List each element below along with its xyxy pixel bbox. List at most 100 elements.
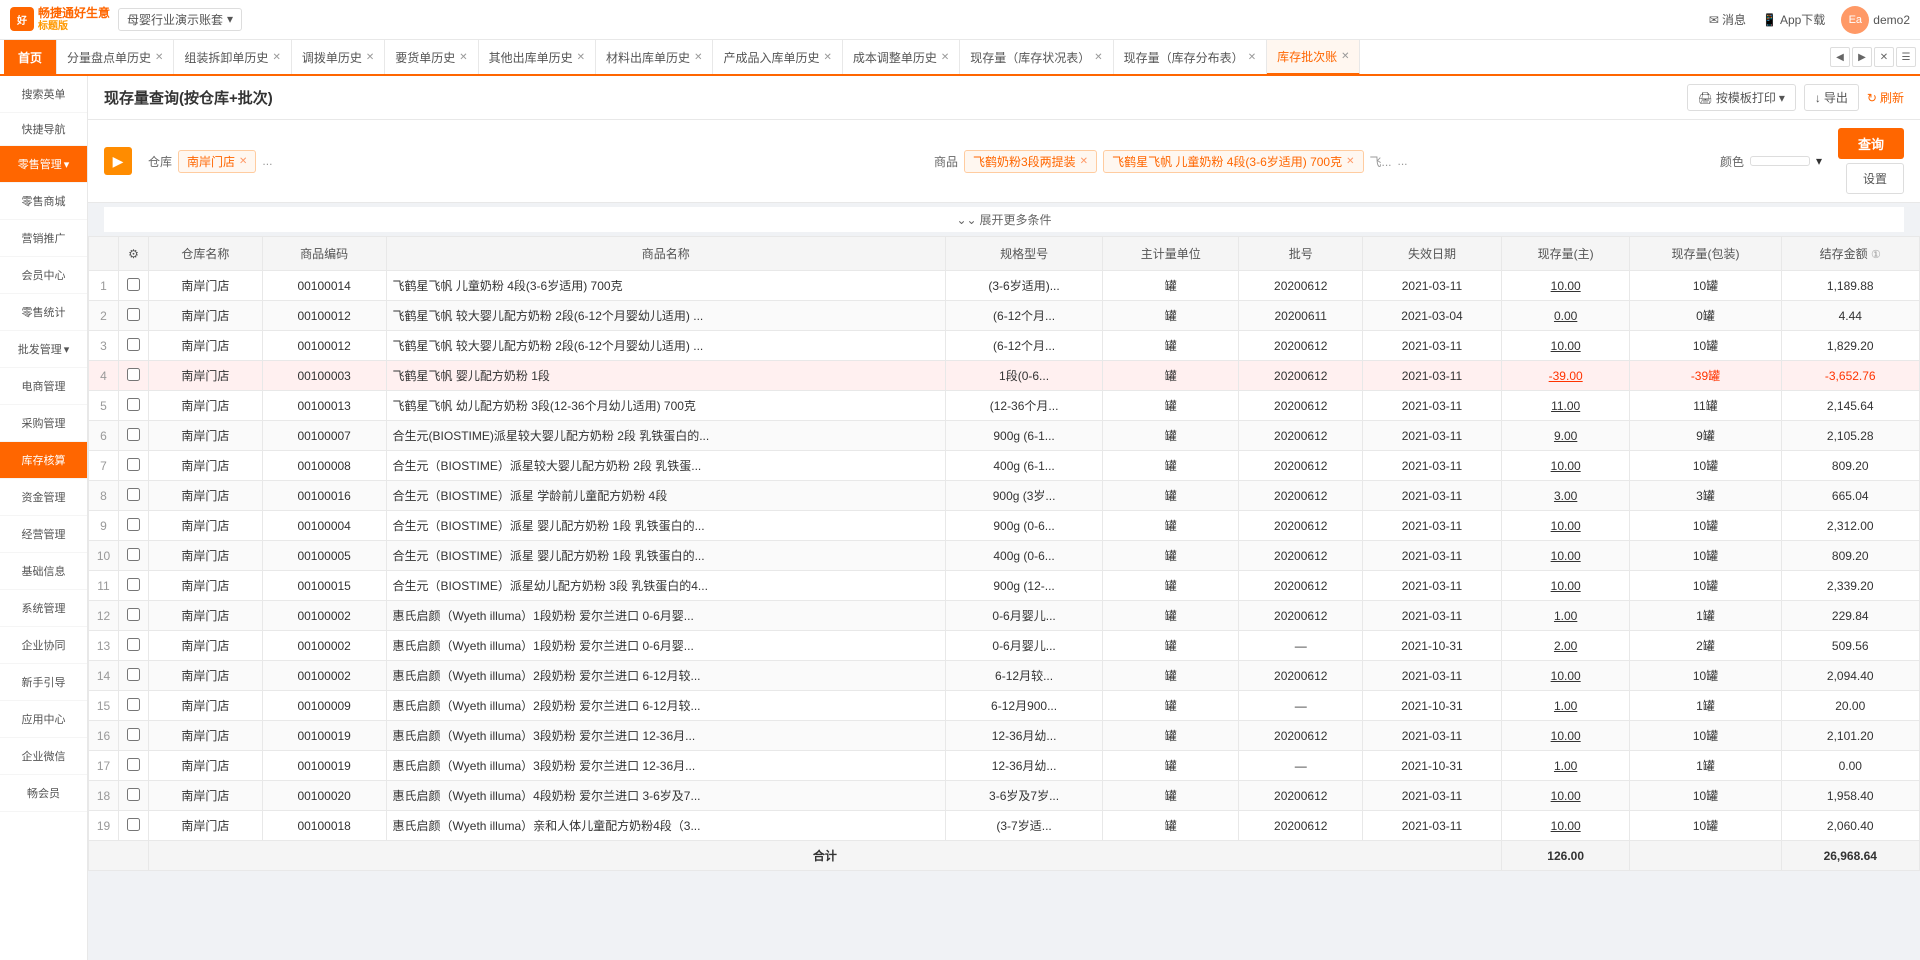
tab-10[interactable]: 现存量（库存分布表） ✕ [1114, 40, 1267, 75]
tab-close-5[interactable]: ✕ [577, 52, 585, 63]
tab-11[interactable]: 库存批次账 ✕ [1267, 40, 1360, 75]
tab-close-11[interactable]: ✕ [1341, 51, 1349, 62]
sidebar-item-marketing[interactable]: 营销推广 [0, 220, 87, 257]
tab-3[interactable]: 调拨单历史 ✕ [292, 40, 385, 75]
cell-stock-main[interactable]: 10.00 [1501, 271, 1630, 301]
tab-close-1[interactable]: ✕ [155, 52, 163, 63]
tab-9[interactable]: 现存量（库存状况表） ✕ [960, 40, 1113, 75]
balance-info-icon[interactable]: ① [1871, 249, 1881, 261]
tab-1[interactable]: 分量盘点单历史 ✕ [57, 40, 174, 75]
sidebar-item-basics[interactable]: 基础信息 [0, 553, 87, 590]
sidebar-item-retail-stats[interactable]: 零售统计 [0, 294, 87, 331]
tab-close-6[interactable]: ✕ [694, 52, 702, 63]
cell-checkbox[interactable] [119, 451, 149, 481]
goods-tag-2[interactable]: 飞鹤星飞帆 儿童奶粉 4段(3-6岁适用) 700克 ✕ [1103, 150, 1363, 173]
tab-prev-btn[interactable]: ◀ [1830, 47, 1850, 67]
company-selector[interactable]: 母婴行业演示账套 ▾ [118, 8, 242, 31]
row-checkbox[interactable] [127, 788, 140, 801]
tab-menu-btn[interactable]: ☰ [1896, 47, 1916, 67]
cell-stock-main[interactable]: 9.00 [1501, 421, 1630, 451]
cell-checkbox[interactable] [119, 391, 149, 421]
sidebar-item-retail[interactable]: 零售管理 ▾ [0, 146, 87, 183]
refresh-button[interactable]: ↻ 刷新 [1867, 89, 1904, 106]
goods-tag-1-close[interactable]: ✕ [1080, 156, 1088, 167]
sidebar-item-operations[interactable]: 经营管理 [0, 516, 87, 553]
tab-close-7[interactable]: ✕ [823, 52, 831, 63]
cell-stock-main[interactable]: 10.00 [1501, 451, 1630, 481]
tab-next-btn[interactable]: ▶ [1852, 47, 1872, 67]
row-checkbox[interactable] [127, 758, 140, 771]
warehouse-tag-close[interactable]: ✕ [239, 156, 247, 167]
cell-checkbox[interactable] [119, 571, 149, 601]
print-button[interactable]: 🖨 按模板打印 ▾ [1687, 84, 1796, 111]
sidebar-item-apps[interactable]: 应用中心 [0, 701, 87, 738]
sidebar-item-member2[interactable]: 畅会员 [0, 775, 87, 812]
row-checkbox[interactable] [127, 308, 140, 321]
cell-stock-main[interactable]: 10.00 [1501, 781, 1630, 811]
user-profile[interactable]: Ea demo2 [1841, 6, 1910, 34]
cell-checkbox[interactable] [119, 691, 149, 721]
cell-checkbox[interactable] [119, 601, 149, 631]
sidebar-item-mall[interactable]: 零售商城 [0, 183, 87, 220]
sidebar-item-member[interactable]: 会员中心 [0, 257, 87, 294]
row-checkbox[interactable] [127, 398, 140, 411]
export-button[interactable]: ↓ 导出 [1804, 84, 1859, 111]
goods-tag-2-close[interactable]: ✕ [1346, 156, 1354, 167]
row-checkbox[interactable] [127, 368, 140, 381]
tab-6[interactable]: 材料出库单历史 ✕ [596, 40, 713, 75]
cell-checkbox[interactable] [119, 481, 149, 511]
cell-stock-main[interactable]: 10.00 [1501, 511, 1630, 541]
goods-more[interactable]: 飞... [1370, 153, 1392, 170]
tab-close-all-btn[interactable]: ✕ [1874, 47, 1894, 67]
cell-checkbox[interactable] [119, 271, 149, 301]
row-checkbox[interactable] [127, 488, 140, 501]
row-checkbox[interactable] [127, 518, 140, 531]
row-checkbox[interactable] [127, 698, 140, 711]
cell-stock-main[interactable]: -39.00 [1501, 361, 1630, 391]
cell-stock-main[interactable]: 2.00 [1501, 631, 1630, 661]
cell-stock-main[interactable]: 11.00 [1501, 391, 1630, 421]
warehouse-tag[interactable]: 南岸门店 ✕ [178, 150, 256, 173]
tab-close-4[interactable]: ✕ [459, 52, 467, 63]
sidebar-item-wholesale[interactable]: 批发管理 ▾ [0, 331, 87, 368]
cell-stock-main[interactable]: 10.00 [1501, 541, 1630, 571]
color-dropdown[interactable] [1750, 156, 1810, 166]
row-checkbox[interactable] [127, 338, 140, 351]
cell-stock-main[interactable]: 1.00 [1501, 751, 1630, 781]
expand-filter-btn[interactable]: ▶ [104, 147, 132, 175]
row-checkbox[interactable] [127, 578, 140, 591]
sidebar-item-wechat[interactable]: 企业微信 [0, 738, 87, 775]
cell-checkbox[interactable] [119, 751, 149, 781]
goods-extra[interactable]: ... [1398, 154, 1408, 168]
row-checkbox[interactable] [127, 638, 140, 651]
cell-checkbox[interactable] [119, 631, 149, 661]
cell-checkbox[interactable] [119, 361, 149, 391]
row-checkbox[interactable] [127, 548, 140, 561]
row-checkbox[interactable] [127, 608, 140, 621]
tab-7[interactable]: 产成品入库单历史 ✕ [713, 40, 842, 75]
tab-home[interactable]: 首页 [4, 40, 57, 75]
row-checkbox[interactable] [127, 278, 140, 291]
tab-8[interactable]: 成本调整单历史 ✕ [843, 40, 960, 75]
cell-checkbox[interactable] [119, 511, 149, 541]
sidebar-item-enterprise[interactable]: 企业协同 [0, 627, 87, 664]
tab-close-8[interactable]: ✕ [941, 52, 949, 63]
warehouse-more[interactable]: ... [262, 154, 272, 168]
goods-tag-1[interactable]: 飞鹤奶粉3段两提装 ✕ [964, 150, 1097, 173]
cell-checkbox[interactable] [119, 331, 149, 361]
cell-stock-main[interactable]: 1.00 [1501, 601, 1630, 631]
sidebar-item-finance[interactable]: 资金管理 [0, 479, 87, 516]
tab-2[interactable]: 组装拆卸单历史 ✕ [174, 40, 291, 75]
row-checkbox[interactable] [127, 668, 140, 681]
message-btn[interactable]: ✉ 消息 [1709, 11, 1746, 28]
cell-stock-main[interactable]: 10.00 [1501, 661, 1630, 691]
tab-close-9[interactable]: ✕ [1094, 52, 1102, 63]
cell-checkbox[interactable] [119, 301, 149, 331]
sidebar-item-inventory[interactable]: 库存核算 [0, 442, 87, 479]
row-checkbox[interactable] [127, 728, 140, 741]
sidebar-item-guide[interactable]: 新手引导 [0, 664, 87, 701]
th-settings[interactable]: ⚙ [119, 237, 149, 271]
row-checkbox[interactable] [127, 818, 140, 831]
app-download-btn[interactable]: 📱 App下载 [1762, 11, 1825, 28]
tab-close-2[interactable]: ✕ [272, 52, 280, 63]
